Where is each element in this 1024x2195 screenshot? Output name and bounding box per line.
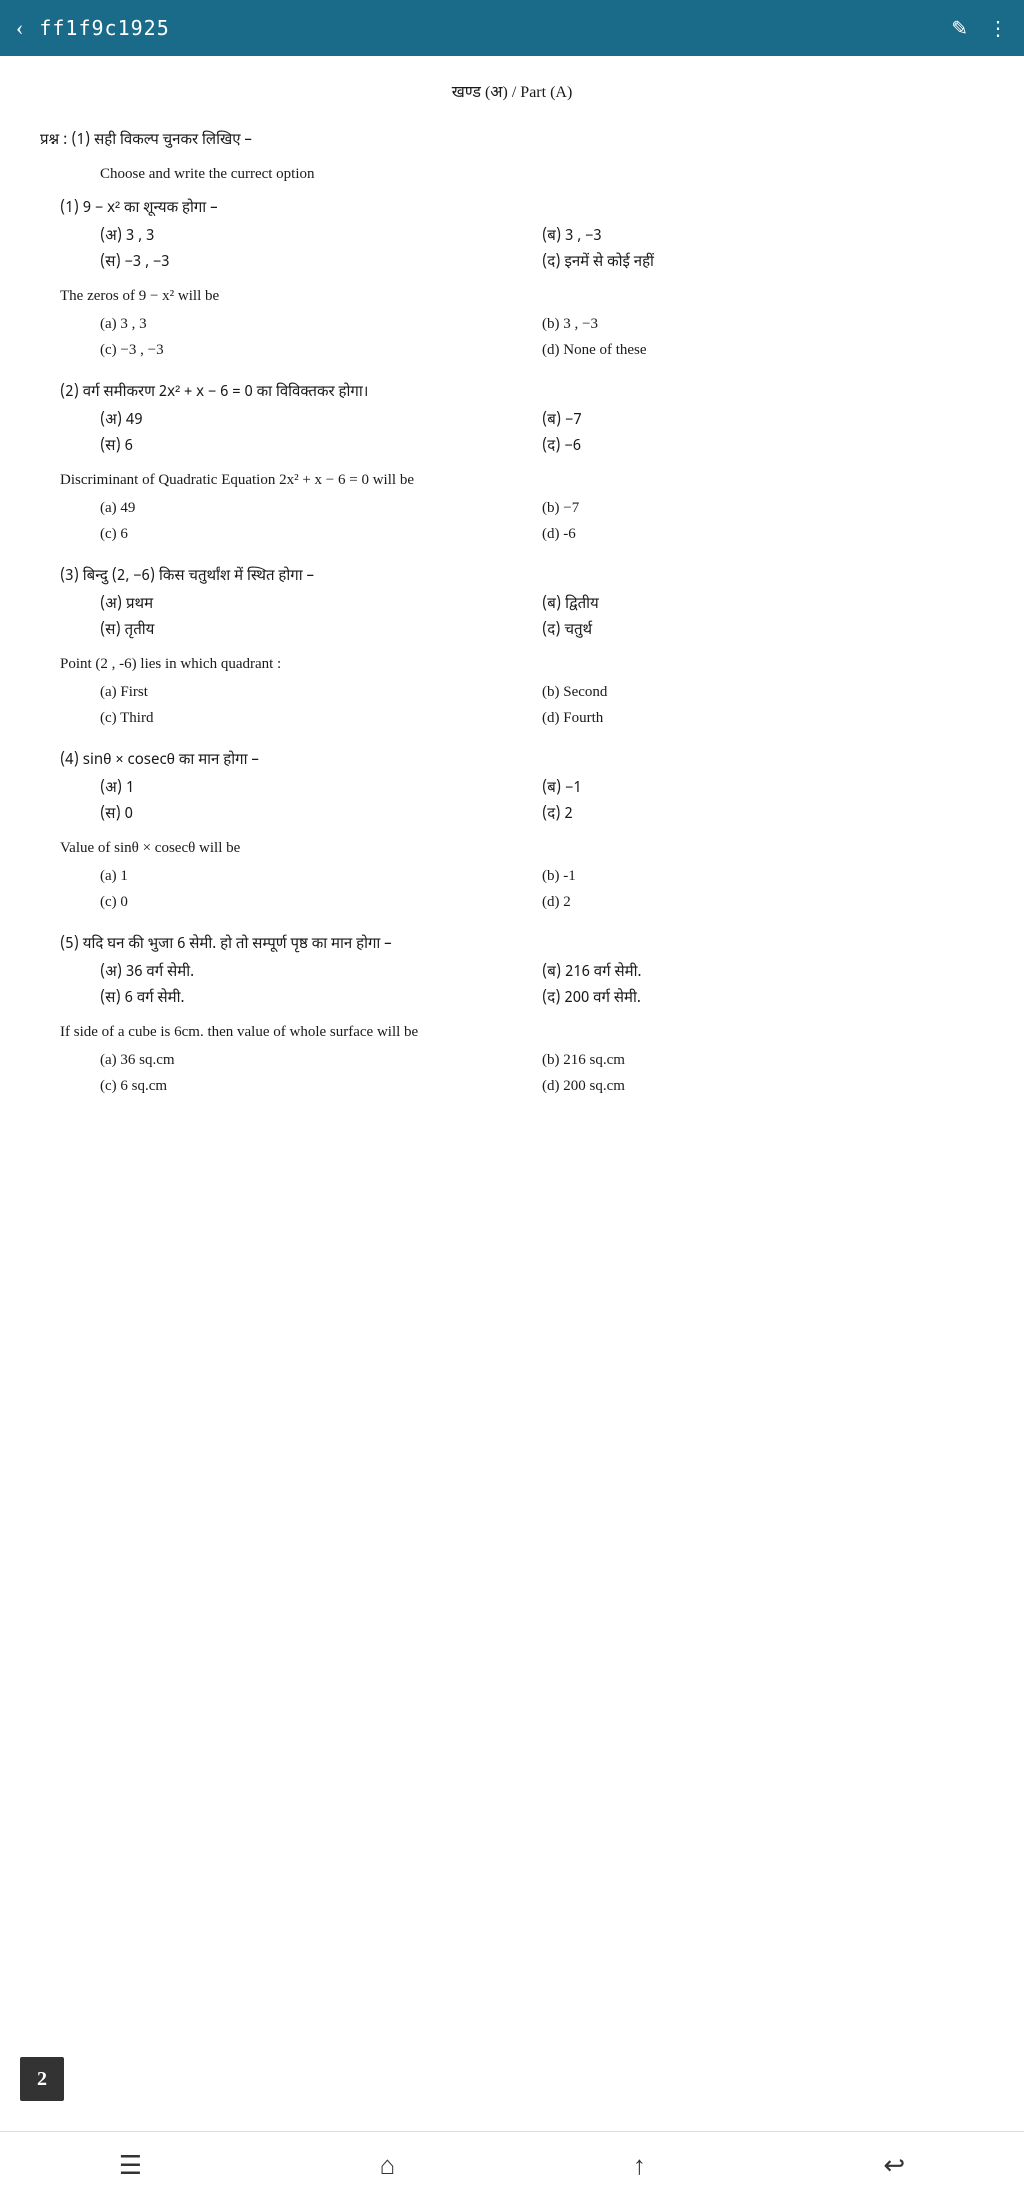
q4-opt-d-en: (d) 2: [542, 890, 984, 914]
section-title: खण्ड (अ) / Part (A): [40, 80, 984, 106]
q2-opt-b-en: (b) −7: [542, 496, 984, 520]
up-button[interactable]: ↑: [633, 2151, 646, 2181]
question-3-block: (3) बिन्दु (2, −6) किस चतुर्थांश में स्थ…: [40, 566, 984, 730]
question-5-block: (5) यदि घन की भुजा 6 सेमी. हो तो सम्पूर्…: [40, 934, 984, 1098]
q1-text-english: The zeros of 9 − x² will be: [60, 284, 984, 308]
page-number: 2: [20, 2057, 64, 2101]
q2-number: (2): [60, 384, 79, 403]
q5-opt-c-en: (c) 6 sq.cm: [100, 1074, 542, 1098]
q3-text-english: Point (2 , -6) lies in which quadrant :: [60, 652, 984, 676]
back-button[interactable]: ‹: [16, 15, 23, 41]
question-1-block: (1) 9 − x² का शून्यक होगा – (अ) 3 , 3 (ब…: [40, 198, 984, 362]
q2-opt-c-en: (c) 6: [100, 522, 542, 546]
q5-options-hindi: (अ) 36 वर्ग सेमी. (ब) 216 वर्ग सेमी. (स)…: [100, 962, 984, 1012]
q3-opt-a-hindi: (अ) प्रथम: [100, 594, 542, 618]
q1-hindi: 9 − x² का शून्यक होगा –: [83, 200, 218, 219]
q1-opt-d-hindi: (द) इनमें से कोई नहीं: [542, 252, 984, 276]
q5-opt-a-en: (a) 36 sq.cm: [100, 1048, 542, 1072]
q4-opt-c-en: (c) 0: [100, 890, 542, 914]
q2-opt-d-en: (d) -6: [542, 522, 984, 546]
q2-opt-a-en: (a) 49: [100, 496, 542, 520]
q5-number: (5): [60, 936, 79, 955]
q5-text-hindi: (5) यदि घन की भुजा 6 सेमी. हो तो सम्पूर्…: [60, 934, 984, 958]
main-content: खण्ड (अ) / Part (A) प्रश्न : (1) सही विक…: [0, 56, 1024, 2037]
q3-number: (3): [60, 568, 79, 587]
q3-opt-c-en: (c) Third: [100, 706, 542, 730]
header-icons: ✎ ⋮: [951, 16, 1008, 41]
q4-opt-b-en: (b) -1: [542, 864, 984, 888]
more-icon[interactable]: ⋮: [988, 16, 1008, 41]
q4-options-english: (a) 1 (b) -1 (c) 0 (d) 2: [100, 864, 984, 914]
q2-text-hindi: (2) वर्ग समीकरण 2x² + x − 6 = 0 का विविक…: [60, 382, 984, 406]
q2-options-english: (a) 49 (b) −7 (c) 6 (d) -6: [100, 496, 984, 546]
q1-number: (1): [60, 200, 79, 219]
q1-opt-a-en: (a) 3 , 3: [100, 312, 542, 336]
q3-hindi: बिन्दु (2, −6) किस चतुर्थांश में स्थित ह…: [83, 568, 314, 587]
q1-options-hindi: (अ) 3 , 3 (ब) 3 , −3 (स) −3 , −3 (द) इनम…: [100, 226, 984, 276]
q4-opt-d-hindi: (द) 2: [542, 804, 984, 828]
q4-text-hindi: (4) sinθ × cosecθ का मान होगा –: [60, 750, 984, 774]
question-intro-english: Choose and write the currect option: [100, 162, 984, 186]
q3-opt-d-en: (d) Fourth: [542, 706, 984, 730]
q2-opt-a-hindi: (अ) 49: [100, 410, 542, 434]
q3-opt-b-hindi: (ब) द्वितीय: [542, 594, 984, 618]
q4-number: (4): [60, 752, 79, 771]
home-button[interactable]: ⌂: [380, 2151, 396, 2181]
q2-opt-c-hindi: (स) 6: [100, 436, 542, 460]
q5-opt-b-en: (b) 216 sq.cm: [542, 1048, 984, 1072]
q5-options-english: (a) 36 sq.cm (b) 216 sq.cm (c) 6 sq.cm (…: [100, 1048, 984, 1098]
q2-text-english: Discriminant of Quadratic Equation 2x² +…: [60, 468, 984, 492]
q3-opt-a-en: (a) First: [100, 680, 542, 704]
question-4-block: (4) sinθ × cosecθ का मान होगा – (अ) 1 (ब…: [40, 750, 984, 914]
q4-text-english: Value of sinθ × cosecθ will be: [60, 836, 984, 860]
q5-text-english: If side of a cube is 6cm. then value of …: [60, 1020, 984, 1044]
q5-opt-a-hindi: (अ) 36 वर्ग सेमी.: [100, 962, 542, 986]
q1-opt-b-en: (b) 3 , −3: [542, 312, 984, 336]
header-title: ff1f9c1925: [39, 16, 951, 40]
q3-opt-b-en: (b) Second: [542, 680, 984, 704]
q4-opt-b-hindi: (ब) −1: [542, 778, 984, 802]
q5-opt-d-hindi: (द) 200 वर्ग सेमी.: [542, 988, 984, 1012]
q1-opt-c-hindi: (स) −3 , −3: [100, 252, 542, 276]
q4-opt-a-en: (a) 1: [100, 864, 542, 888]
q5-hindi: यदि घन की भुजा 6 सेमी. हो तो सम्पूर्ण पृ…: [83, 936, 392, 955]
q4-options-hindi: (अ) 1 (ब) −1 (स) 0 (द) 2: [100, 778, 984, 828]
q1-opt-d-en: (d) None of these: [542, 338, 984, 362]
q3-options-english: (a) First (b) Second (c) Third (d) Fourt…: [100, 680, 984, 730]
q1-text-hindi: (1) 9 − x² का शून्यक होगा –: [60, 198, 984, 222]
q3-opt-c-hindi: (स) तृतीय: [100, 620, 542, 644]
q4-opt-a-hindi: (अ) 1: [100, 778, 542, 802]
q5-opt-b-hindi: (ब) 216 वर्ग सेमी.: [542, 962, 984, 986]
menu-button[interactable]: ☰: [119, 2151, 142, 2181]
q1-opt-a-hindi: (अ) 3 , 3: [100, 226, 542, 250]
q5-opt-d-en: (d) 200 sq.cm: [542, 1074, 984, 1098]
bottom-nav: ☰ ⌂ ↑ ↩: [0, 2131, 1024, 2195]
q3-opt-d-hindi: (द) चतुर्थ: [542, 620, 984, 644]
question-2-block: (2) वर्ग समीकरण 2x² + x − 6 = 0 का विविक…: [40, 382, 984, 546]
header: ‹ ff1f9c1925 ✎ ⋮: [0, 0, 1024, 56]
q3-text-hindi: (3) बिन्दु (2, −6) किस चतुर्थांश में स्थ…: [60, 566, 984, 590]
edit-icon[interactable]: ✎: [951, 16, 968, 41]
q1-opt-c-en: (c) −3 , −3: [100, 338, 542, 362]
q4-hindi: sinθ × cosecθ का मान होगा –: [83, 752, 259, 771]
q4-opt-c-hindi: (स) 0: [100, 804, 542, 828]
q2-hindi: वर्ग समीकरण 2x² + x − 6 = 0 का विविक्तकर…: [83, 384, 369, 403]
q1-options-english: (a) 3 , 3 (b) 3 , −3 (c) −3 , −3 (d) Non…: [100, 312, 984, 362]
q2-opt-b-hindi: (ब) −7: [542, 410, 984, 434]
q3-options-hindi: (अ) प्रथम (ब) द्वितीय (स) तृतीय (द) चतुर…: [100, 594, 984, 644]
q2-opt-d-hindi: (द) −6: [542, 436, 984, 460]
q5-opt-c-hindi: (स) 6 वर्ग सेमी.: [100, 988, 542, 1012]
page-area: 2: [0, 2037, 1024, 2131]
q1-opt-b-hindi: (ब) 3 , −3: [542, 226, 984, 250]
question-intro-hindi: प्रश्न : (1) सही विकल्प चुनकर लिखिए –: [40, 130, 984, 154]
back-nav-button[interactable]: ↩: [883, 2151, 905, 2181]
q2-options-hindi: (अ) 49 (ब) −7 (स) 6 (द) −6: [100, 410, 984, 460]
